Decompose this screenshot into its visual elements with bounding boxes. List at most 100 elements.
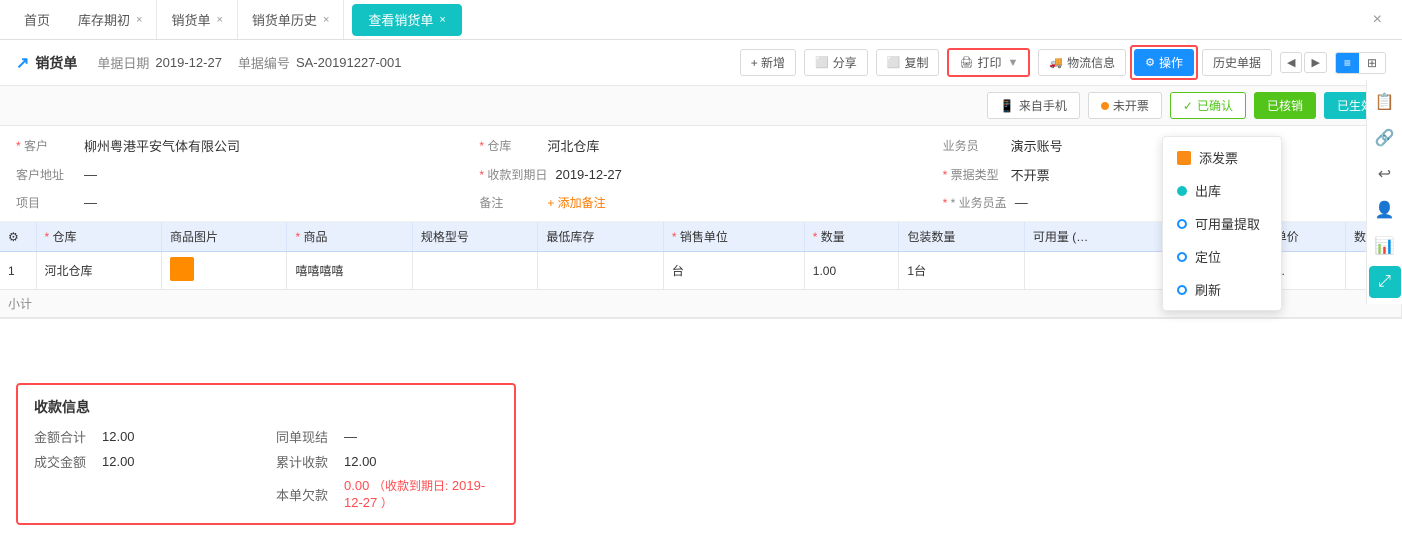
dropdown-refresh-label: 刷新 [1195,280,1221,299]
from-phone-button[interactable]: 📱 来自手机 [987,92,1080,119]
copy-icon: ⬜ [887,56,901,69]
sidebar-expand-icon[interactable]: ⤢ [1369,266,1401,298]
prev-record-button[interactable]: ◀ [1280,52,1302,73]
tab-home-label: 首页 [24,13,50,28]
address-field: 客户地址 — [16,165,459,184]
phone-icon: 📱 [1000,99,1015,113]
row-available [1024,252,1164,290]
payment-cumulative-label: 累计收款 [276,452,336,471]
locate-icon [1177,252,1187,262]
tab-view-sales[interactable]: 查看销货单 × [352,4,461,36]
sales-order-icon: ↗ [16,53,29,73]
payment-date-value: 2019-12-27 [555,167,622,182]
logistics-button[interactable]: 🚚 物流信息 [1038,49,1126,76]
copy-button[interactable]: ⬜ 复制 [876,49,940,76]
col-product-image: 商品图片 [161,222,286,252]
col-settings[interactable]: ⚙ [0,222,36,252]
confirmed-button[interactable]: ✓ 已确认 [1170,92,1246,119]
payment-due-suffix: ） [381,496,393,510]
print-button[interactable]: 🖨 打印 ▼ [947,48,1030,77]
salesperson-value: 演示账号 [1011,136,1063,155]
payment-same-order-label: 同单现结 [276,427,336,446]
payment-total-value: 12.00 [102,429,135,444]
check-icon: ✓ [1183,99,1193,113]
sidebar-notes-icon[interactable]: 📋 [1369,86,1401,118]
sidebar-link-icon[interactable]: 🔗 [1369,122,1401,154]
customer-value: 柳州粤港平安气体有限公司 [84,136,240,155]
sidebar-return-icon[interactable]: ↩ [1369,158,1401,190]
row-warehouse: 河北仓库 [36,252,161,290]
tab-bar: 首页 库存期初 × 销货单 × 销货单历史 × 查看销货单 × × [0,0,1402,40]
refresh-icon [1177,285,1187,295]
sidebar-chart-icon[interactable]: 📊 [1369,230,1401,262]
action-row: 📱 来自手机 未开票 ✓ 已确认 已核销 已生效 [0,86,1402,126]
doc-meta: 单据日期 2019-12-27 单据编号 SA-20191227-001 [97,53,739,72]
payment-total-row: 金额合计 12.00 [34,427,256,446]
col-product: 商品 [287,222,412,252]
row-quantity: 1.00 [804,252,899,290]
nav-arrows: ◀ ▶ [1280,52,1327,73]
payment-same-order-row: 同单现结 — [276,427,498,446]
print-icon: 🖨 [959,56,973,69]
payment-deal-row: 成交金额 12.00 [34,452,256,471]
warehouse-value: 河北仓库 [547,136,599,155]
available-extract-icon [1177,219,1187,229]
doc-number-value: SA-20191227-001 [296,55,402,70]
tab-inventory-init-close[interactable]: × [136,14,142,26]
col-pack-qty: 包装数量 [899,222,1024,252]
sold-button[interactable]: 已核销 [1254,92,1316,119]
next-record-button[interactable]: ▶ [1304,52,1326,73]
window-close-button[interactable]: × [1363,11,1392,29]
address-value: — [84,167,97,182]
row-index: 1 [0,252,36,290]
dropdown-outbound[interactable]: 出库 [1163,174,1281,207]
row-unit: 台 [663,252,804,290]
payment-owe-amount: 0.00 [344,478,369,493]
sales-agent-value: — [1015,195,1028,210]
tab-sales-history-close[interactable]: × [323,14,329,26]
payment-deal-label: 成交金额 [34,452,94,471]
doc-title: ↗ 销货单 [16,53,77,73]
tab-sales-order-label: 销货单 [171,10,210,29]
row-min-stock [538,252,663,290]
print-dropdown-arrow[interactable]: ▼ [1007,57,1018,69]
payment-date-field: 收款到期日 2019-12-27 [479,165,922,184]
row-product-name: 嘻嘻嘻嘻 [287,252,412,290]
grid-view-button[interactable]: ⊞ [1359,53,1385,73]
tab-inventory-init[interactable]: 库存期初 × [64,0,157,39]
list-view-button[interactable]: ≡ [1336,53,1359,73]
operations-button[interactable]: ⚙ 操作 [1134,49,1194,76]
tab-home[interactable]: 首页 [10,10,64,29]
tab-sales-history[interactable]: 销货单历史 × [238,0,344,39]
tab-sales-order[interactable]: 销货单 × [157,0,237,39]
dropdown-outbound-label: 出库 [1195,181,1221,200]
col-min-stock: 最低库存 [538,222,663,252]
history-button[interactable]: 历史单据 [1202,49,1272,76]
dropdown-refresh[interactable]: 刷新 [1163,273,1281,306]
dot-orange-icon [1101,102,1109,110]
tab-view-sales-close[interactable]: × [439,14,445,26]
new-button[interactable]: + 新增 [740,49,796,76]
dropdown-locate[interactable]: 定位 [1163,240,1281,273]
row-spec [412,252,537,290]
doc-title-text: 销货单 [35,53,77,73]
salesperson-label: 业务员 [943,137,1003,154]
add-note-button[interactable]: + 添加备注 [547,194,605,211]
dropdown-available-extract-label: 可用量提取 [1195,214,1260,233]
project-label: 项目 [16,194,76,211]
dropdown-add-invoice[interactable]: 添发票 [1163,141,1281,174]
doc-number-label: 单据编号 [238,53,290,72]
customer-field: 客户 柳州粤港平安气体有限公司 [16,136,459,155]
dropdown-available-extract[interactable]: 可用量提取 [1163,207,1281,240]
tab-sales-history-label: 销货单历史 [252,10,317,29]
not-open-ticket-button[interactable]: 未开票 [1088,92,1162,119]
share-button[interactable]: ⬜ 分享 [804,49,868,76]
sales-agent-label: * 业务员孟 [943,194,1007,211]
payment-owe-value: 0.00 （收款到期日: 2019-12-27 ） [344,477,498,511]
sidebar-user-icon[interactable]: 👤 [1369,194,1401,226]
project-value: — [84,195,97,210]
share-icon: ⬜ [815,56,829,69]
col-unit: 销售单位 [663,222,804,252]
doc-date-item: 单据日期 2019-12-27 [97,53,222,72]
tab-sales-order-close[interactable]: × [216,14,222,26]
